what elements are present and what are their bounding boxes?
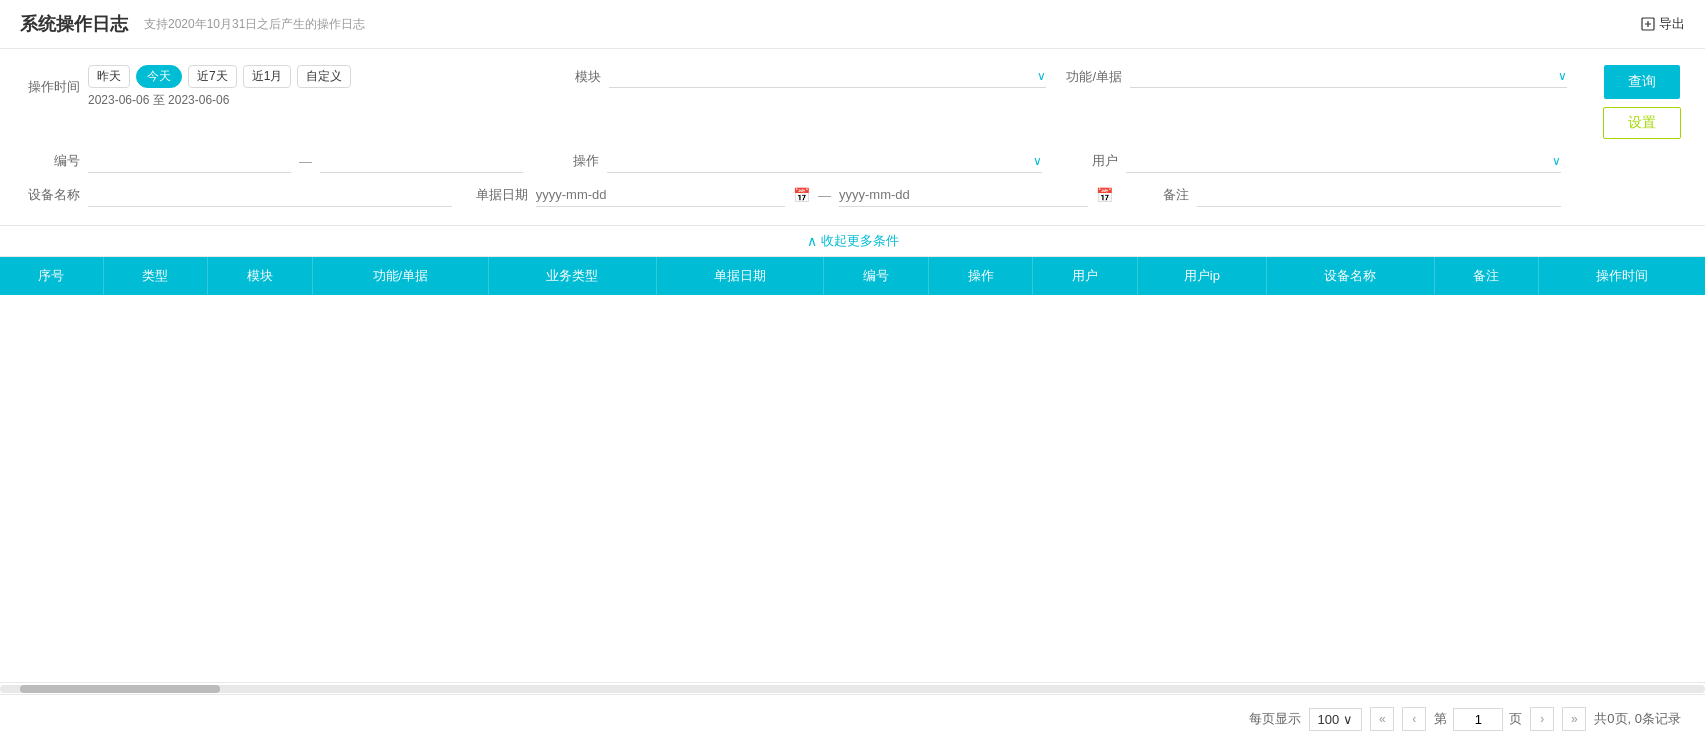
data-table: 序号 类型 模块 功能/单据 业务类型 单据日期 编号 操作 用户 用户ip 设… bbox=[0, 257, 1705, 295]
collapse-bar[interactable]: ∧ 收起更多条件 bbox=[0, 226, 1705, 257]
func-arrow-icon: ∨ bbox=[1558, 69, 1567, 83]
col-header-code: 编号 bbox=[824, 257, 928, 295]
scrollbar-track bbox=[0, 685, 1705, 693]
page-label: 第 bbox=[1434, 710, 1447, 728]
remark-filter-item: 备注 bbox=[1133, 183, 1561, 207]
user-arrow-icon: ∨ bbox=[1552, 154, 1561, 168]
date-from-calendar-icon[interactable]: 📅 bbox=[793, 187, 810, 203]
query-button[interactable]: 查询 bbox=[1604, 65, 1680, 99]
col-header-biz-type: 业务类型 bbox=[489, 257, 657, 295]
export-button[interactable]: 导出 bbox=[1641, 15, 1685, 33]
doc-date-separator: — bbox=[818, 188, 831, 203]
func-select[interactable]: ∨ bbox=[1130, 65, 1567, 88]
page-title: 系统操作日志 bbox=[20, 12, 128, 36]
func-label: 功能/单据 bbox=[1066, 68, 1122, 86]
code-to-input[interactable] bbox=[320, 149, 523, 173]
doc-date-label: 单据日期 bbox=[472, 186, 528, 204]
module-select[interactable]: ∨ bbox=[609, 65, 1046, 88]
user-label: 用户 bbox=[1062, 152, 1118, 170]
remark-input[interactable] bbox=[1197, 183, 1561, 207]
col-header-func: 功能/单据 bbox=[312, 257, 488, 295]
module-label: 模块 bbox=[545, 68, 601, 86]
export-icon bbox=[1641, 17, 1655, 31]
page-input-group: 第 页 bbox=[1434, 708, 1522, 731]
time-filter-item: 操作时间 昨天 今天 近7天 近1月 自定义 2023-06-06 至 2023… bbox=[24, 65, 525, 109]
table-container: 序号 类型 模块 功能/单据 业务类型 单据日期 编号 操作 用户 用户ip 设… bbox=[0, 257, 1705, 682]
op-filter-item: 操作 ∨ bbox=[543, 150, 1042, 173]
doc-date-filter-item: 单据日期 📅 — 📅 bbox=[472, 183, 1114, 207]
doc-date-to-input[interactable] bbox=[839, 183, 1088, 207]
module-filter-item: 模块 ∨ bbox=[545, 65, 1046, 88]
page-size-value: 100 bbox=[1318, 712, 1340, 727]
code-label: 编号 bbox=[24, 152, 80, 170]
per-page-label: 每页显示 bbox=[1249, 710, 1301, 728]
page-size-select[interactable]: 100 ∨ bbox=[1309, 708, 1363, 731]
export-label: 导出 bbox=[1659, 15, 1685, 33]
page-unit: 页 bbox=[1509, 710, 1522, 728]
module-arrow-icon: ∨ bbox=[1037, 69, 1046, 83]
doc-date-from-input[interactable] bbox=[536, 183, 785, 207]
time-btn-7days[interactable]: 近7天 bbox=[188, 65, 237, 88]
remark-label: 备注 bbox=[1133, 186, 1189, 204]
time-btn-1month[interactable]: 近1月 bbox=[243, 65, 292, 88]
prev-page-button[interactable]: ‹ bbox=[1402, 707, 1426, 731]
col-header-seq: 序号 bbox=[0, 257, 103, 295]
device-filter-item: 设备名称 bbox=[24, 183, 452, 207]
col-header-op: 操作 bbox=[928, 257, 1032, 295]
time-label: 操作时间 bbox=[24, 78, 80, 96]
time-btn-today[interactable]: 今天 bbox=[136, 65, 182, 88]
collapse-label: 收起更多条件 bbox=[821, 232, 899, 250]
first-page-button[interactable]: « bbox=[1370, 707, 1394, 731]
user-filter-item: 用户 ∨ bbox=[1062, 150, 1561, 173]
col-header-type: 类型 bbox=[103, 257, 207, 295]
time-btn-yesterday[interactable]: 昨天 bbox=[88, 65, 130, 88]
horizontal-scrollbar[interactable] bbox=[0, 682, 1705, 694]
col-header-user-ip: 用户ip bbox=[1137, 257, 1266, 295]
page-subtitle: 支持2020年10月31日之后产生的操作日志 bbox=[144, 16, 365, 33]
code-separator: — bbox=[299, 154, 312, 169]
user-select[interactable]: ∨ bbox=[1126, 150, 1561, 173]
last-page-button[interactable]: » bbox=[1562, 707, 1586, 731]
time-btn-custom[interactable]: 自定义 bbox=[297, 65, 351, 88]
func-filter-item: 功能/单据 ∨ bbox=[1066, 65, 1567, 88]
col-header-device: 设备名称 bbox=[1266, 257, 1434, 295]
action-buttons: 查询 设置 bbox=[1587, 65, 1681, 139]
total-label: 共0页, 0条记录 bbox=[1594, 710, 1681, 728]
next-page-button[interactable]: › bbox=[1530, 707, 1554, 731]
op-arrow-icon: ∨ bbox=[1033, 154, 1042, 168]
op-select[interactable]: ∨ bbox=[607, 150, 1042, 173]
code-from-input[interactable] bbox=[88, 149, 291, 173]
op-label: 操作 bbox=[543, 152, 599, 170]
page-size-arrow-icon: ∨ bbox=[1343, 712, 1353, 727]
chevron-up-icon: ∧ bbox=[807, 233, 817, 249]
device-input[interactable] bbox=[88, 183, 452, 207]
table-header-row: 序号 类型 模块 功能/单据 业务类型 单据日期 编号 操作 用户 用户ip 设… bbox=[0, 257, 1705, 295]
settings-button[interactable]: 设置 bbox=[1603, 107, 1681, 139]
col-header-user: 用户 bbox=[1033, 257, 1137, 295]
time-range-display: 2023-06-06 至 2023-06-06 bbox=[88, 92, 525, 109]
col-header-module: 模块 bbox=[208, 257, 312, 295]
device-label: 设备名称 bbox=[24, 186, 80, 204]
col-header-remark: 备注 bbox=[1434, 257, 1538, 295]
empty-area bbox=[0, 295, 1705, 655]
pagination-bar: 每页显示 100 ∨ « ‹ 第 页 › » 共0页, 0条记录 bbox=[0, 694, 1705, 743]
scrollbar-thumb[interactable] bbox=[20, 685, 220, 693]
date-to-calendar-icon[interactable]: 📅 bbox=[1096, 187, 1113, 203]
code-filter-item: 编号 — bbox=[24, 149, 523, 173]
col-header-op-time: 操作时间 bbox=[1538, 257, 1705, 295]
page-number-input[interactable] bbox=[1453, 708, 1503, 731]
col-header-doc-date: 单据日期 bbox=[656, 257, 824, 295]
